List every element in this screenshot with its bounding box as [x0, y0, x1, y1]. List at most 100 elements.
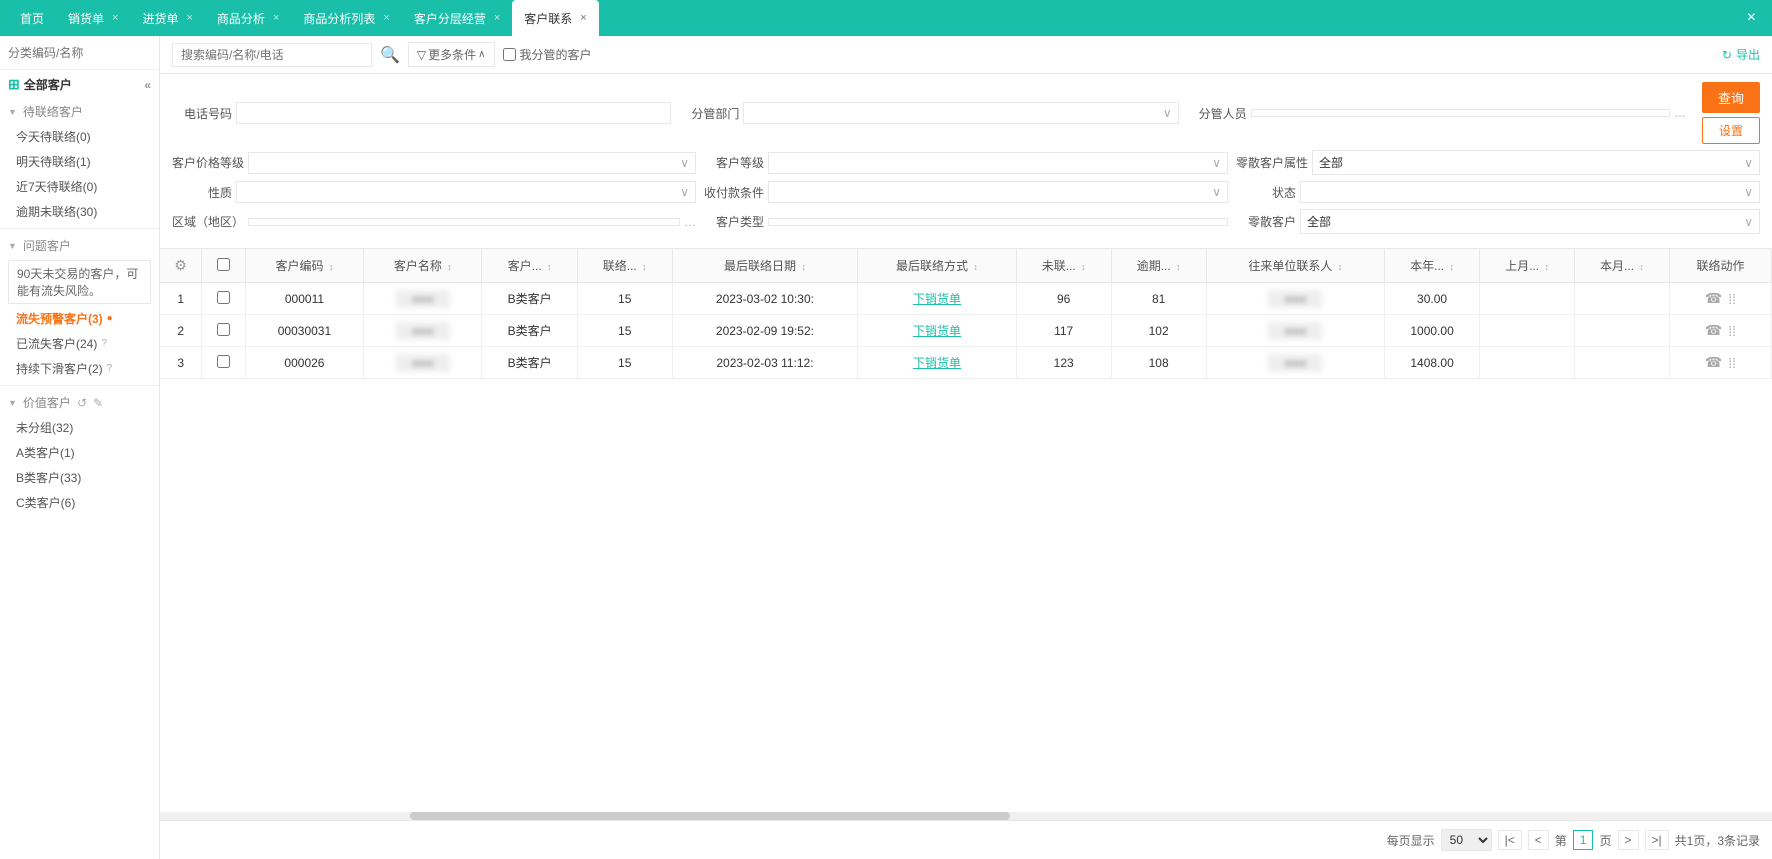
price-grade-select[interactable]: ∨: [248, 152, 696, 174]
row-checkbox[interactable]: [217, 291, 230, 304]
sidebar-item-class-a[interactable]: A类客户(1): [0, 440, 159, 465]
sidebar-item-7days[interactable]: 近7天待联络(0): [0, 174, 159, 199]
th-settings[interactable]: ⚙: [160, 249, 202, 283]
status-select[interactable]: ∨: [1300, 181, 1760, 203]
th-last-month[interactable]: 上月... ↕: [1480, 249, 1575, 283]
tab-product-analysis[interactable]: 商品分析 ×: [205, 0, 291, 36]
my-customers-check[interactable]: [503, 48, 516, 61]
cell-code: 000026: [245, 347, 363, 379]
dept-select[interactable]: ∨: [743, 102, 1178, 124]
page-last-btn[interactable]: >|: [1645, 830, 1669, 850]
th-this-year[interactable]: 本年... ↕: [1385, 249, 1480, 283]
retail-customer-select[interactable]: 全部 ∨: [1300, 209, 1760, 234]
region-more-icon[interactable]: …: [684, 215, 696, 229]
sidebar-item-lost-warning[interactable]: 流失预警客户(3) ●: [0, 306, 159, 331]
sidebar-item-today[interactable]: 今天待联络(0): [0, 124, 159, 149]
page-first-btn[interactable]: |<: [1498, 830, 1522, 850]
th-contact[interactable]: 联络... ↕: [577, 249, 672, 283]
cell-last-method[interactable]: 下销货单: [858, 283, 1016, 315]
tab-product-list-close[interactable]: ×: [383, 12, 389, 24]
customer-grade-select[interactable]: ∨: [768, 152, 1228, 174]
sidebar-search-input[interactable]: [8, 46, 160, 60]
cell-action: ☎ ⁞⁞: [1669, 283, 1771, 315]
tab-purchase-close[interactable]: ×: [186, 12, 192, 24]
page-prev-btn[interactable]: <: [1528, 830, 1549, 850]
cell-checkbox[interactable]: [202, 283, 245, 315]
last-method-link[interactable]: 下销货单: [913, 292, 961, 306]
sidebar-item-declining[interactable]: 持续下滑客户(2) ?: [0, 356, 159, 381]
gender-select[interactable]: ∨: [236, 181, 696, 203]
th-last-date[interactable]: 最后联络日期 ↕: [672, 249, 858, 283]
region-select[interactable]: [248, 218, 680, 226]
sidebar-item-ungrouped[interactable]: 未分组(32): [0, 415, 159, 440]
settings-button[interactable]: 设置: [1702, 117, 1760, 144]
action-phone-icon[interactable]: ☎: [1705, 290, 1722, 307]
th-code[interactable]: 客户编码 ↕: [245, 249, 363, 283]
tab-customer-contact-close[interactable]: ×: [580, 12, 586, 24]
action-more-icon[interactable]: ⁞⁞: [1728, 323, 1736, 339]
tab-product-list[interactable]: 商品分析列表 ×: [291, 0, 401, 36]
query-button[interactable]: 查询: [1702, 82, 1760, 113]
retail-customer-label: 零散客户: [1236, 213, 1296, 230]
action-more-icon[interactable]: ⁞⁞: [1728, 355, 1736, 371]
tab-customer-layer[interactable]: 客户分层经营 ×: [402, 0, 512, 36]
per-page-select[interactable]: 50 100: [1441, 829, 1492, 851]
tab-customer-contact[interactable]: 客户联系 ×: [512, 0, 598, 36]
manager-select[interactable]: [1251, 109, 1670, 117]
tab-purchase[interactable]: 进货单 ×: [130, 0, 204, 36]
th-type[interactable]: 客户... ↕: [482, 249, 577, 283]
sidebar-item-overdue[interactable]: 逾期未联络(30): [0, 199, 159, 224]
th-liaison[interactable]: 往来单位联系人 ↕: [1206, 249, 1384, 283]
sidebar-item-class-c[interactable]: C类客户(6): [0, 490, 159, 515]
filter-manager-field: 分管人员 …: [1187, 105, 1686, 122]
manager-more-icon[interactable]: …: [1674, 106, 1686, 120]
sidebar-item-lost-already[interactable]: 已流失客户(24) ?: [0, 331, 159, 356]
filter-search-button[interactable]: 🔍: [380, 45, 400, 65]
th-name[interactable]: 客户名称 ↕: [364, 249, 482, 283]
last-method-link[interactable]: 下销货单: [913, 356, 961, 370]
last-method-link[interactable]: 下销货单: [913, 324, 961, 338]
region-label: 区域（地区）: [172, 213, 244, 230]
th-uncontact[interactable]: 未联... ↕: [1016, 249, 1111, 283]
tab-home[interactable]: 首页: [8, 0, 56, 36]
cell-checkbox[interactable]: [202, 347, 245, 379]
cell-last-method[interactable]: 下销货单: [858, 315, 1016, 347]
select-all-checkbox[interactable]: [217, 258, 230, 271]
action-phone-icon[interactable]: ☎: [1705, 322, 1722, 339]
cell-last-date: 2023-03-02 10:30:: [672, 283, 858, 315]
th-checkbox[interactable]: [202, 249, 245, 283]
tab-product-analysis-close[interactable]: ×: [273, 12, 279, 24]
sidebar-item-tomorrow[interactable]: 明天待联络(1): [0, 149, 159, 174]
value-refresh-icon[interactable]: ↺: [77, 396, 87, 410]
th-last-method[interactable]: 最后联络方式 ↕: [858, 249, 1016, 283]
filter-price-grade-field: 客户价格等级 ∨: [172, 152, 696, 174]
action-more-icon[interactable]: ⁞⁞: [1728, 291, 1736, 307]
export-button[interactable]: ↻ 导出: [1722, 46, 1760, 63]
action-phone-icon[interactable]: ☎: [1705, 354, 1722, 371]
page-next-btn[interactable]: >: [1618, 830, 1639, 850]
my-customers-checkbox[interactable]: 我分管的客户: [503, 46, 592, 63]
th-this-month[interactable]: 本月... ↕: [1574, 249, 1669, 283]
horizontal-scrollbar[interactable]: [160, 812, 1772, 820]
tab-customer-layer-close[interactable]: ×: [494, 12, 500, 24]
row-checkbox[interactable]: [217, 355, 230, 368]
scrollbar-thumb[interactable]: [410, 812, 1010, 820]
filter-more-button[interactable]: ▽ 更多条件 ∧: [408, 42, 495, 67]
payment-label: 收付款条件: [704, 184, 764, 201]
value-edit-icon[interactable]: ✎: [93, 396, 103, 410]
payment-select[interactable]: ∨: [768, 181, 1228, 203]
cell-checkbox[interactable]: [202, 315, 245, 347]
tab-sales-close[interactable]: ×: [112, 12, 118, 24]
retail-attr-select[interactable]: 全部 ∨: [1312, 150, 1760, 175]
filter-search-input[interactable]: [172, 43, 372, 67]
row-checkbox[interactable]: [217, 323, 230, 336]
sidebar-all-customers[interactable]: ⊞ 全部客户 «: [0, 70, 159, 99]
tab-sales[interactable]: 销货单 ×: [56, 0, 130, 36]
phone-input[interactable]: [236, 102, 671, 124]
th-overdue[interactable]: 逾期... ↕: [1111, 249, 1206, 283]
cell-uncontact: 117: [1016, 315, 1111, 347]
close-all-tabs[interactable]: ×: [1739, 9, 1764, 27]
sidebar-item-class-b[interactable]: B类客户(33): [0, 465, 159, 490]
cell-last-method[interactable]: 下销货单: [858, 347, 1016, 379]
customer-type-select[interactable]: [768, 218, 1228, 226]
